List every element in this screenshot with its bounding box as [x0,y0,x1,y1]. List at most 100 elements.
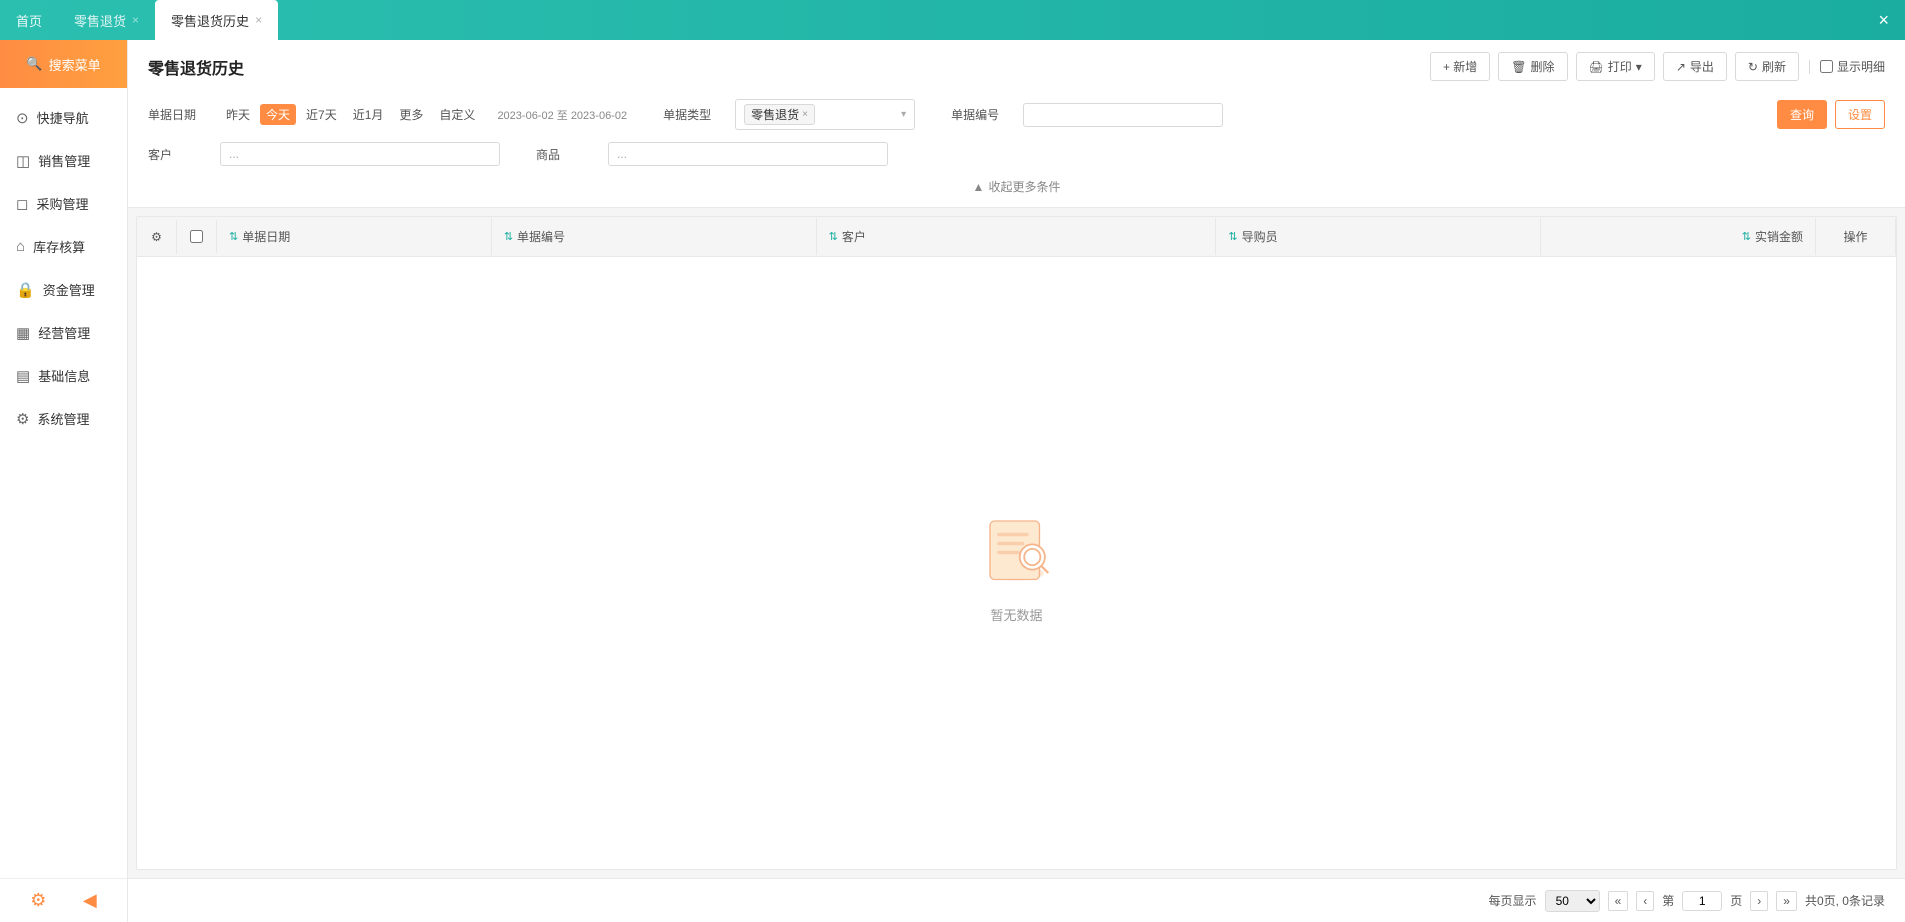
finance-icon: 🔒 [16,281,35,299]
customer-filter-select[interactable]: ... [220,142,500,166]
sidebar-item-system-label: 系统管理 [37,409,89,428]
tab-retail-return-history-close[interactable]: × [255,13,262,27]
type-filter-select[interactable]: 零售退货 × ▾ [735,99,915,130]
export-icon: ↗ [1676,60,1686,74]
sort-date-icon: ⇅ [229,230,238,243]
show-detail-checkbox[interactable] [1820,60,1833,73]
sort-guide-icon: ⇅ [1228,230,1237,243]
quick-nav-icon: ⊙ [16,109,29,127]
delete-button[interactable]: 🗑 删除 [1498,52,1567,81]
page-number-input[interactable] [1682,891,1722,911]
settings-button[interactable]: 设置 [1835,100,1885,129]
select-all-checkbox[interactable] [190,230,203,243]
tab-retail-return-history-label: 零售退货历史 [171,11,249,30]
empty-state-text: 暂无数据 [990,605,1042,624]
settings-footer-icon[interactable]: ⚙ [30,890,46,911]
page-word: 第 [1662,892,1674,909]
sidebar-item-quick-nav[interactable]: ⊙ 快捷导航 [0,96,127,139]
search-icon: 🔍 [26,56,42,72]
collapse-up-icon: ▲ [973,180,985,194]
delete-icon: 🗑 [1511,60,1526,74]
sidebar-nav: ⊙ 快捷导航 ◫ 销售管理 ◻ 采购管理 ⌂ 库存核算 🔒 资金管理 ▦ 经营管… [0,88,127,878]
th-billno[interactable]: ⇅ 单据编号 [492,218,817,255]
prev-page-button[interactable]: ‹ [1636,891,1654,911]
purchase-icon: ◻ [16,195,28,213]
date-btn-today[interactable]: 今天 [260,104,296,125]
date-btn-1month[interactable]: 近1月 [347,104,390,125]
th-checkbox[interactable] [177,220,217,253]
print-button[interactable]: 🖨 打印 ▾ [1576,52,1655,81]
refresh-button[interactable]: ↻ 刷新 [1735,52,1799,81]
tab-home[interactable]: 首页 [0,0,58,40]
page-size-label: 每页显示 [1489,892,1537,909]
first-page-button[interactable]: « [1608,891,1629,911]
content-body: ⚙ ⇅ 单据日期 ⇅ 单据编号 ⇅ 客户 [128,208,1905,922]
new-button[interactable]: + 新增 [1430,52,1490,81]
date-filter-label: 单据日期 [148,106,208,123]
sidebar-item-inventory-label: 库存核算 [33,237,85,256]
sidebar-search[interactable]: 🔍 搜索菜单 [0,40,127,88]
inventory-icon: ⌂ [16,238,25,255]
th-customer[interactable]: ⇅ 客户 [817,218,1217,255]
th-action: 操作 [1816,218,1896,255]
sidebar-item-system[interactable]: ⚙ 系统管理 [0,397,127,440]
tab-retail-return[interactable]: 零售退货 × [58,0,155,40]
th-amount-label: 实销金额 [1755,228,1803,245]
date-btn-7days[interactable]: 近7天 [300,104,343,125]
print-label: 打印 [1608,58,1632,75]
sidebar-item-finance[interactable]: 🔒 资金管理 [0,268,127,311]
filter-row-1: 单据日期 昨天 今天 近7天 近1月 更多 自定义 2023-06-02 至 2… [148,93,1885,136]
sidebar-item-quick-nav-label: 快捷导航 [37,108,89,127]
next-page-button[interactable]: › [1750,891,1768,911]
sidebar-item-sales[interactable]: ◫ 销售管理 [0,139,127,182]
th-customer-label: 客户 [842,228,866,245]
sidebar-item-purchase-label: 采购管理 [36,194,88,213]
collapse-sidebar-icon[interactable]: ◀ [83,890,97,911]
th-date[interactable]: ⇅ 单据日期 [217,218,492,255]
sort-amount-icon: ⇅ [1742,230,1751,243]
date-shortcut-buttons: 昨天 今天 近7天 近1月 更多 自定义 [220,104,481,125]
date-btn-yesterday[interactable]: 昨天 [220,104,256,125]
empty-state-icon [972,503,1062,593]
date-btn-custom[interactable]: 自定义 [433,104,481,125]
sidebar-item-operations[interactable]: ▦ 经营管理 [0,311,127,354]
query-button[interactable]: 查询 [1777,100,1827,129]
goods-filter-select[interactable]: ... [608,142,888,166]
page-size-select[interactable]: 10 20 50 100 [1545,890,1600,912]
sidebar-item-basic-info[interactable]: ▤ 基础信息 [0,354,127,397]
billno-filter-input[interactable] [1023,103,1223,127]
th-amount[interactable]: ⇅ 实销金额 [1541,218,1816,255]
tab-list: 首页 零售退货 × 零售退货历史 × [0,0,1878,40]
filter-row-2: 客户 ... 商品 ... [148,136,1885,172]
refresh-label: 刷新 [1762,58,1786,75]
window-close-button[interactable]: × [1878,10,1905,31]
content-area: 零售退货历史 + 新增 🗑 删除 🖨 打印 ▾ ↗ 导出 [128,40,1905,922]
show-detail-checkbox-label[interactable]: 显示明细 [1820,58,1885,75]
print-icon: 🖨 [1589,60,1604,74]
sidebar-item-purchase[interactable]: ◻ 采购管理 [0,182,127,225]
tab-retail-return-close[interactable]: × [132,13,139,27]
table-header: ⚙ ⇅ 单据日期 ⇅ 单据编号 ⇅ 客户 [137,217,1896,257]
last-page-button[interactable]: » [1776,891,1797,911]
basic-info-icon: ▤ [16,367,30,385]
date-btn-more[interactable]: 更多 [393,104,429,125]
export-button[interactable]: ↗ 导出 [1663,52,1727,81]
type-filter-tag-remove[interactable]: × [802,109,808,120]
page-unit-label: 页 [1730,892,1742,909]
goods-filter-dots: ... [617,147,627,161]
data-table: ⚙ ⇅ 单据日期 ⇅ 单据编号 ⇅ 客户 [136,216,1897,870]
collapse-filter-bar[interactable]: ▲ 收起更多条件 [148,172,1885,199]
sidebar-item-sales-label: 销售管理 [38,151,90,170]
export-label: 导出 [1690,58,1714,75]
th-date-label: 单据日期 [242,228,290,245]
th-guide[interactable]: ⇅ 导购员 [1216,218,1541,255]
content-header: 零售退货历史 + 新增 🗑 删除 🖨 打印 ▾ ↗ 导出 [128,40,1905,208]
sidebar-item-finance-label: 资金管理 [43,280,95,299]
th-billno-label: 单据编号 [517,228,565,245]
type-filter-tag-value: 零售退货 [751,106,799,123]
delete-label: 删除 [1531,58,1555,75]
tab-retail-return-history[interactable]: 零售退货历史 × [155,0,278,40]
billno-filter-label: 单据编号 [951,106,1011,123]
sidebar-item-inventory[interactable]: ⌂ 库存核算 [0,225,127,268]
th-settings[interactable]: ⚙ [137,220,177,254]
